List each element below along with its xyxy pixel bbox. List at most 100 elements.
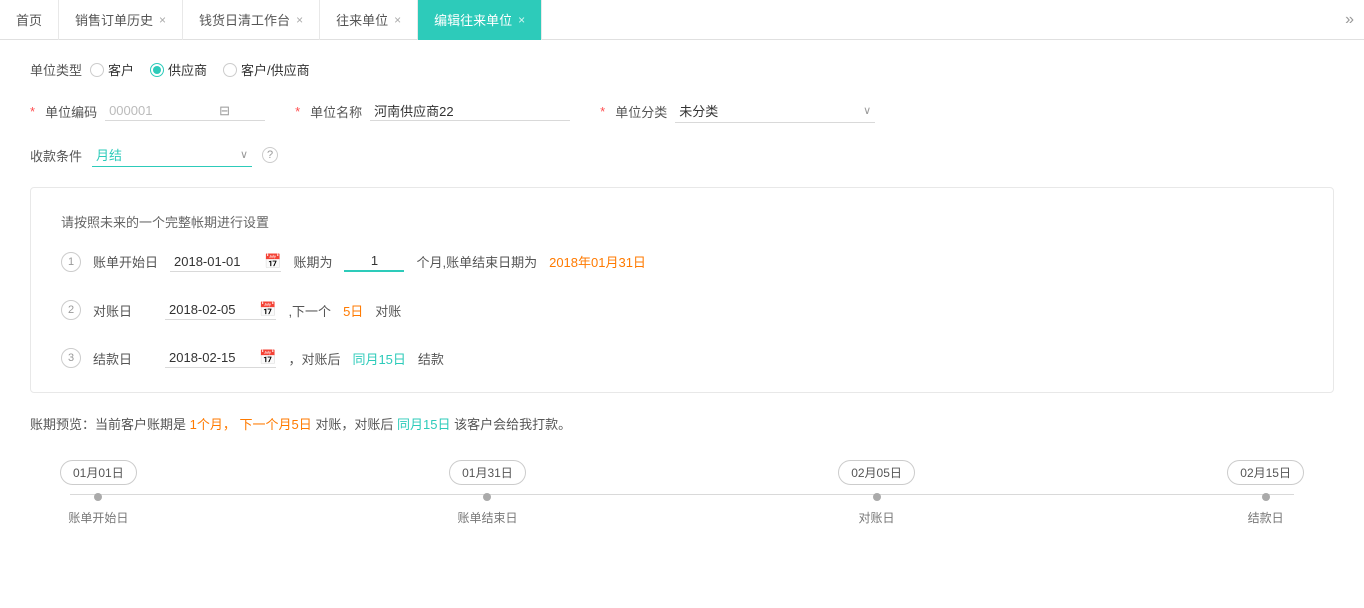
payment-day-cal-icon[interactable]: 📅 [259,349,276,366]
preview-part4: 同月15日 [397,417,450,432]
payment-condition-arrow: ∨ [240,148,248,161]
timeline-label-1: 账单开始日 [68,509,128,526]
tab-home[interactable]: 首页 [0,0,59,40]
unit-category-value: 未分类 [679,101,863,120]
tab-edit-counterparty-label: 编辑往来单位 [434,10,512,29]
payment-condition-row: 收款条件 月结 ∨ ? [30,143,1334,167]
unit-info-row: * 单位编码 ⊟ * 单位名称 * 单位分类 未分类 ∨ [30,99,1334,123]
period-unit-text: 个月,账单结束日期为 [416,252,537,271]
timeline-label-3: 对账日 [859,509,895,526]
reconcile-highlight: 5日 [343,301,363,320]
tabs-bar: 首页 销售订单历史 × 钱货日清工作台 × 往来单位 × 编辑往来单位 × » [0,0,1364,40]
payment-day-label: 结款日 [93,349,153,368]
preview-label: 账期预览：当前客户账期是 [30,417,186,432]
unit-code-label: 单位编码 [45,102,97,121]
period-label: 账期为 [293,252,332,271]
tab-sales-history-close[interactable]: × [159,14,166,26]
timeline-badge-1: 01月01日 [60,460,137,485]
tab-cash-work-close[interactable]: × [296,14,303,26]
unit-name-input[interactable] [370,101,570,121]
unit-type-field: 单位类型 客户 供应商 客户/供应商 [30,60,310,79]
payment-condition-select[interactable]: 月结 ∨ [92,143,252,167]
unit-category-field: * 单位分类 未分类 ∨ [600,99,875,123]
reconcile-label: 对账日 [93,301,153,320]
payment-condition-label: 收款条件 [30,146,82,165]
timeline-dot-1 [94,493,102,501]
preview-part1: 1个月， [190,417,236,432]
radio-customer[interactable]: 客户 [90,60,134,79]
payment-day-highlight: 同月15日 [352,349,405,368]
billing-start-label: 账单开始日 [93,252,158,271]
tab-home-label: 首页 [16,10,42,29]
tab-edit-counterparty-close[interactable]: × [518,14,525,26]
unit-type-row: 单位类型 客户 供应商 客户/供应商 [30,60,1334,79]
unit-code-copy-icon[interactable]: ⊟ [215,103,234,119]
unit-name-field: * 单位名称 [295,101,570,121]
timeline-section: 01月01日 账单开始日 01月31日 账单结束日 02月05日 对账日 02月… [30,460,1334,526]
timeline-node-1: 01月01日 账单开始日 [60,460,137,526]
payment-day-suffix2: 结款 [418,349,444,368]
timeline-dot-4 [1262,493,1270,501]
tab-counterparty[interactable]: 往来单位 × [320,0,418,40]
row-num-3: 3 [61,348,81,368]
reconcile-row: 2 对账日 📅 ,下一个 5日 对账 [61,300,1303,320]
period-input-group [344,251,404,272]
billing-start-row: 1 账单开始日 📅 账期为 个月,账单结束日期为 2018年01月31日 [61,251,1303,272]
tab-counterparty-close[interactable]: × [394,14,401,26]
reconcile-suffix1: ,下一个 [288,301,331,320]
payment-day-row: 3 结款日 📅 ，对账后 同月15日 结款 [61,348,1303,368]
unit-category-required: * [600,104,605,119]
settings-title: 请按照未来的一个完整帐期进行设置 [61,212,1303,231]
tab-sales-history-label: 销售订单历史 [75,10,153,29]
tab-edit-counterparty[interactable]: 编辑往来单位 × [418,0,542,40]
radio-both-label: 客户/供应商 [241,60,310,79]
preview-part5: 该客户会给我打款。 [454,417,571,432]
period-end-date: 2018年01月31日 [549,252,646,271]
timeline-track: 01月01日 账单开始日 01月31日 账单结束日 02月05日 对账日 02月… [40,460,1324,526]
radio-customer-label: 客户 [108,60,134,79]
billing-start-date-group: 📅 [170,252,281,272]
reconcile-cal-icon[interactable]: 📅 [259,301,276,318]
unit-code-input-group: ⊟ [105,101,265,121]
radio-supplier-label: 供应商 [168,60,207,79]
reconcile-date-input[interactable] [165,300,255,319]
timeline-badge-2: 01月31日 [449,460,526,485]
tab-cash-work[interactable]: 钱货日清工作台 × [183,0,320,40]
unit-type-radio-group: 客户 供应商 客户/供应商 [90,60,310,79]
tab-cash-work-label: 钱货日清工作台 [199,10,290,29]
billing-start-date-input[interactable] [170,252,260,271]
timeline-node-3: 02月05日 对账日 [838,460,915,526]
unit-category-arrow: ∨ [863,104,871,117]
timeline-node-2: 01月31日 账单结束日 [449,460,526,526]
preview-part2: 下一个月5日 [240,417,312,432]
unit-code-input[interactable] [105,101,215,120]
row-num-2: 2 [61,300,81,320]
row-num-1: 1 [61,252,81,272]
payment-condition-value: 月结 [96,145,240,164]
payment-help-icon[interactable]: ? [262,147,278,163]
radio-supplier[interactable]: 供应商 [150,60,207,79]
unit-type-label: 单位类型 [30,60,82,79]
timeline-dot-2 [483,493,491,501]
unit-name-required: * [295,104,300,119]
preview-section: 账期预览：当前客户账期是 1个月， 下一个月5日 对账，对账后 同月15日 该客… [30,413,1334,436]
radio-both[interactable]: 客户/供应商 [223,60,310,79]
payment-day-suffix1: ，对账后 [288,349,340,368]
tab-counterparty-label: 往来单位 [336,10,388,29]
timeline-badge-4: 02月15日 [1227,460,1304,485]
tab-expand-button[interactable]: » [1335,11,1364,29]
tab-sales-history[interactable]: 销售订单历史 × [59,0,183,40]
timeline-dot-3 [873,493,881,501]
payment-day-date-input[interactable] [165,348,255,367]
billing-start-cal-icon[interactable]: 📅 [264,253,281,270]
timeline-node-4: 02月15日 结款日 [1227,460,1304,526]
unit-name-label: 单位名称 [310,102,362,121]
unit-category-select[interactable]: 未分类 ∨ [675,99,875,123]
timeline-badge-3: 02月05日 [838,460,915,485]
timeline-label-2: 账单结束日 [457,509,517,526]
period-num-input[interactable] [344,251,404,272]
unit-code-field: * 单位编码 ⊟ [30,101,265,121]
payment-day-date-group: 📅 [165,348,276,368]
unit-code-required: * [30,104,35,119]
reconcile-suffix2: 对账 [375,301,401,320]
